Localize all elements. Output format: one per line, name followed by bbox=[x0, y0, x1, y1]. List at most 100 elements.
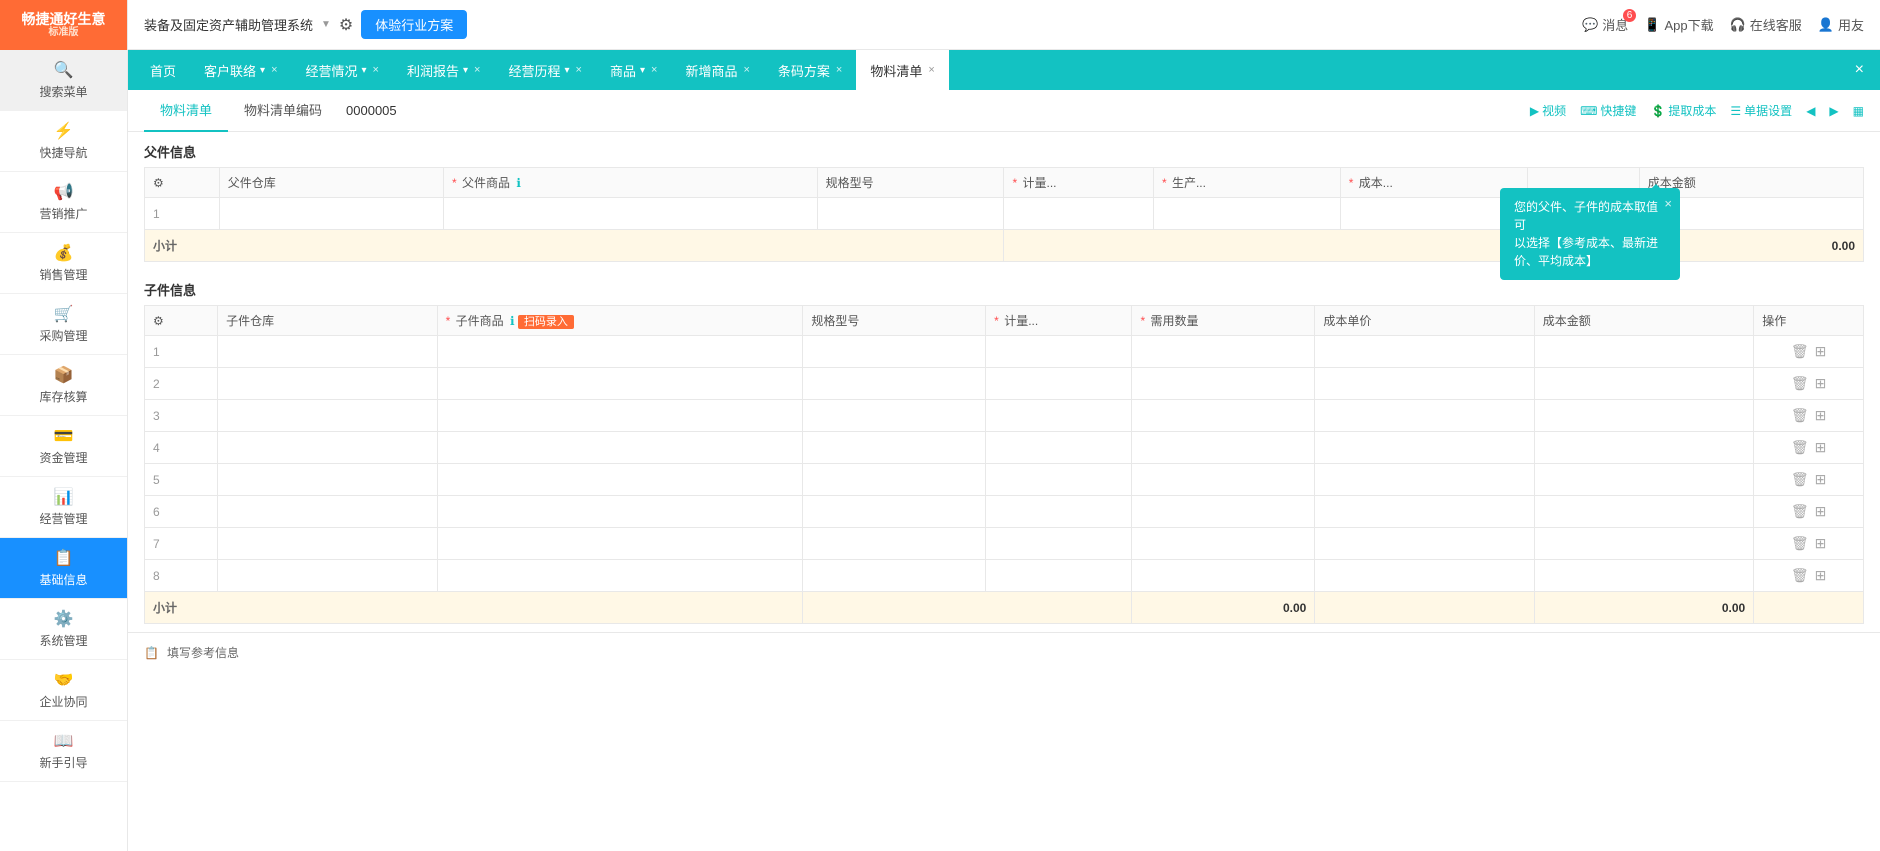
delete-icon[interactable]: 🗑 bbox=[1791, 407, 1809, 424]
child-row-warehouse[interactable] bbox=[218, 464, 437, 496]
child-row-qty[interactable] bbox=[1132, 528, 1315, 560]
child-row-unit[interactable] bbox=[986, 432, 1132, 464]
sidebar-item-inventory[interactable]: 📦 库存核算 bbox=[0, 355, 127, 416]
parent-row-1-spec[interactable] bbox=[817, 198, 1004, 230]
child-row-qty[interactable] bbox=[1132, 368, 1315, 400]
sidebar-item-purchase[interactable]: 🛒 采购管理 bbox=[0, 294, 127, 355]
child-row-spec[interactable] bbox=[803, 400, 986, 432]
child-row-unit-cost[interactable] bbox=[1315, 432, 1534, 464]
sidebar-item-search[interactable]: 🔍 搜索菜单 bbox=[0, 50, 127, 111]
child-row-unit[interactable] bbox=[986, 336, 1132, 368]
video-action[interactable]: ▶ 视频 bbox=[1530, 102, 1566, 119]
child-row-spec[interactable] bbox=[803, 368, 986, 400]
child-row-warehouse[interactable] bbox=[218, 528, 437, 560]
cost-action[interactable]: 💲 提取成本 bbox=[1650, 102, 1716, 119]
copy-icon[interactable]: ⊞ bbox=[1815, 503, 1827, 520]
tab-customer[interactable]: 客户联络 ▾ × bbox=[190, 50, 291, 90]
child-row-unit[interactable] bbox=[986, 528, 1132, 560]
tab-history[interactable]: 经营历程 ▾ × bbox=[494, 50, 595, 90]
delete-icon[interactable]: 🗑 bbox=[1791, 567, 1809, 584]
child-row-goods[interactable] bbox=[437, 560, 803, 592]
child-row-goods[interactable] bbox=[437, 400, 803, 432]
child-row-spec[interactable] bbox=[803, 560, 986, 592]
child-row-amount[interactable] bbox=[1534, 560, 1753, 592]
child-row-unit[interactable] bbox=[986, 368, 1132, 400]
sidebar-item-finance[interactable]: 💳 资金管理 bbox=[0, 416, 127, 477]
child-row-amount[interactable] bbox=[1534, 528, 1753, 560]
grid-view-button[interactable]: ▦ bbox=[1853, 104, 1864, 118]
sidebar-item-marketing[interactable]: 📢 营销推广 bbox=[0, 172, 127, 233]
child-row-qty[interactable] bbox=[1132, 400, 1315, 432]
sidebar-item-basic[interactable]: 📋 基础信息 bbox=[0, 538, 127, 599]
copy-icon[interactable]: ⊞ bbox=[1815, 439, 1827, 456]
child-row-spec[interactable] bbox=[803, 464, 986, 496]
child-row-amount[interactable] bbox=[1534, 432, 1753, 464]
child-row-spec[interactable] bbox=[803, 496, 986, 528]
copy-icon[interactable]: ⊞ bbox=[1815, 343, 1827, 360]
delete-icon[interactable]: 🗑 bbox=[1791, 375, 1809, 392]
scan-badge[interactable]: 扫码录入 bbox=[518, 315, 574, 329]
child-row-unit[interactable] bbox=[986, 560, 1132, 592]
sub-tab-code[interactable]: 物料清单编码 bbox=[228, 90, 338, 132]
delete-icon[interactable]: 🗑 bbox=[1791, 439, 1809, 456]
child-row-unit-cost[interactable] bbox=[1315, 368, 1534, 400]
sidebar-item-collab[interactable]: 🤝 企业协同 bbox=[0, 660, 127, 721]
child-row-goods[interactable] bbox=[437, 464, 803, 496]
child-row-goods[interactable] bbox=[437, 368, 803, 400]
delete-icon[interactable]: 🗑 bbox=[1791, 535, 1809, 552]
child-row-amount[interactable] bbox=[1534, 464, 1753, 496]
child-row-warehouse[interactable] bbox=[218, 336, 437, 368]
tab-operation[interactable]: 经营情况 ▾ × bbox=[292, 50, 393, 90]
shortcut-action[interactable]: ⌨ 快捷键 bbox=[1580, 102, 1636, 119]
child-row-goods[interactable] bbox=[437, 528, 803, 560]
tooltip-close-button[interactable]: × bbox=[1664, 194, 1672, 214]
message-button[interactable]: 💬 消息 6 bbox=[1582, 15, 1628, 34]
parent-row-1-unit[interactable] bbox=[1004, 198, 1153, 230]
app-download-button[interactable]: 📱 App下载 bbox=[1644, 15, 1713, 34]
copy-icon[interactable]: ⊞ bbox=[1815, 407, 1827, 424]
child-row-unit[interactable] bbox=[986, 496, 1132, 528]
child-row-unit-cost[interactable] bbox=[1315, 400, 1534, 432]
tab-barcode[interactable]: 条码方案 × bbox=[764, 50, 856, 90]
next-button[interactable]: ▶ bbox=[1829, 104, 1838, 118]
copy-icon[interactable]: ⊞ bbox=[1815, 471, 1827, 488]
child-row-amount[interactable] bbox=[1534, 496, 1753, 528]
settings-action[interactable]: ☰ 单据设置 bbox=[1730, 102, 1792, 119]
tab-goods[interactable]: 商品 ▾ × bbox=[596, 50, 671, 90]
prev-button[interactable]: ◀ bbox=[1806, 104, 1815, 118]
sidebar-item-quicknav[interactable]: ⚡ 快捷导航 bbox=[0, 111, 127, 172]
child-row-unit[interactable] bbox=[986, 464, 1132, 496]
child-row-spec[interactable] bbox=[803, 336, 986, 368]
child-row-goods[interactable] bbox=[437, 336, 803, 368]
child-row-amount[interactable] bbox=[1534, 336, 1753, 368]
child-row-unit[interactable] bbox=[986, 400, 1132, 432]
child-row-goods[interactable] bbox=[437, 432, 803, 464]
system-dropdown-arrow[interactable]: ▼ bbox=[321, 19, 331, 30]
tab-newgoods[interactable]: 新增商品 × bbox=[671, 50, 763, 90]
tab-newgoods-close[interactable]: × bbox=[743, 64, 749, 76]
tab-operation-close[interactable]: × bbox=[373, 64, 379, 76]
child-row-qty[interactable] bbox=[1132, 496, 1315, 528]
delete-icon[interactable]: 🗑 bbox=[1791, 343, 1809, 360]
parent-row-1-warehouse[interactable] bbox=[219, 198, 443, 230]
child-row-spec[interactable] bbox=[803, 528, 986, 560]
child-row-amount[interactable] bbox=[1534, 368, 1753, 400]
child-row-unit-cost[interactable] bbox=[1315, 528, 1534, 560]
tab-barcode-close[interactable]: × bbox=[836, 64, 842, 76]
tab-profit[interactable]: 利润报告 ▾ × bbox=[393, 50, 494, 90]
sidebar-item-sales[interactable]: 💰 销售管理 bbox=[0, 233, 127, 294]
parent-row-1-goods[interactable] bbox=[443, 198, 817, 230]
child-row-amount[interactable] bbox=[1534, 400, 1753, 432]
tab-history-close[interactable]: × bbox=[576, 64, 582, 76]
tab-material-close[interactable]: × bbox=[928, 64, 934, 76]
child-row-qty[interactable] bbox=[1132, 464, 1315, 496]
copy-icon[interactable]: ⊞ bbox=[1815, 535, 1827, 552]
trial-button[interactable]: 体验行业方案 bbox=[361, 10, 467, 39]
child-row-qty[interactable] bbox=[1132, 336, 1315, 368]
child-row-unit-cost[interactable] bbox=[1315, 464, 1534, 496]
tab-material[interactable]: 物料清单 × bbox=[856, 50, 948, 90]
parent-row-1-production[interactable] bbox=[1153, 198, 1340, 230]
child-row-warehouse[interactable] bbox=[218, 368, 437, 400]
copy-icon[interactable]: ⊞ bbox=[1815, 375, 1827, 392]
child-row-warehouse[interactable] bbox=[218, 560, 437, 592]
